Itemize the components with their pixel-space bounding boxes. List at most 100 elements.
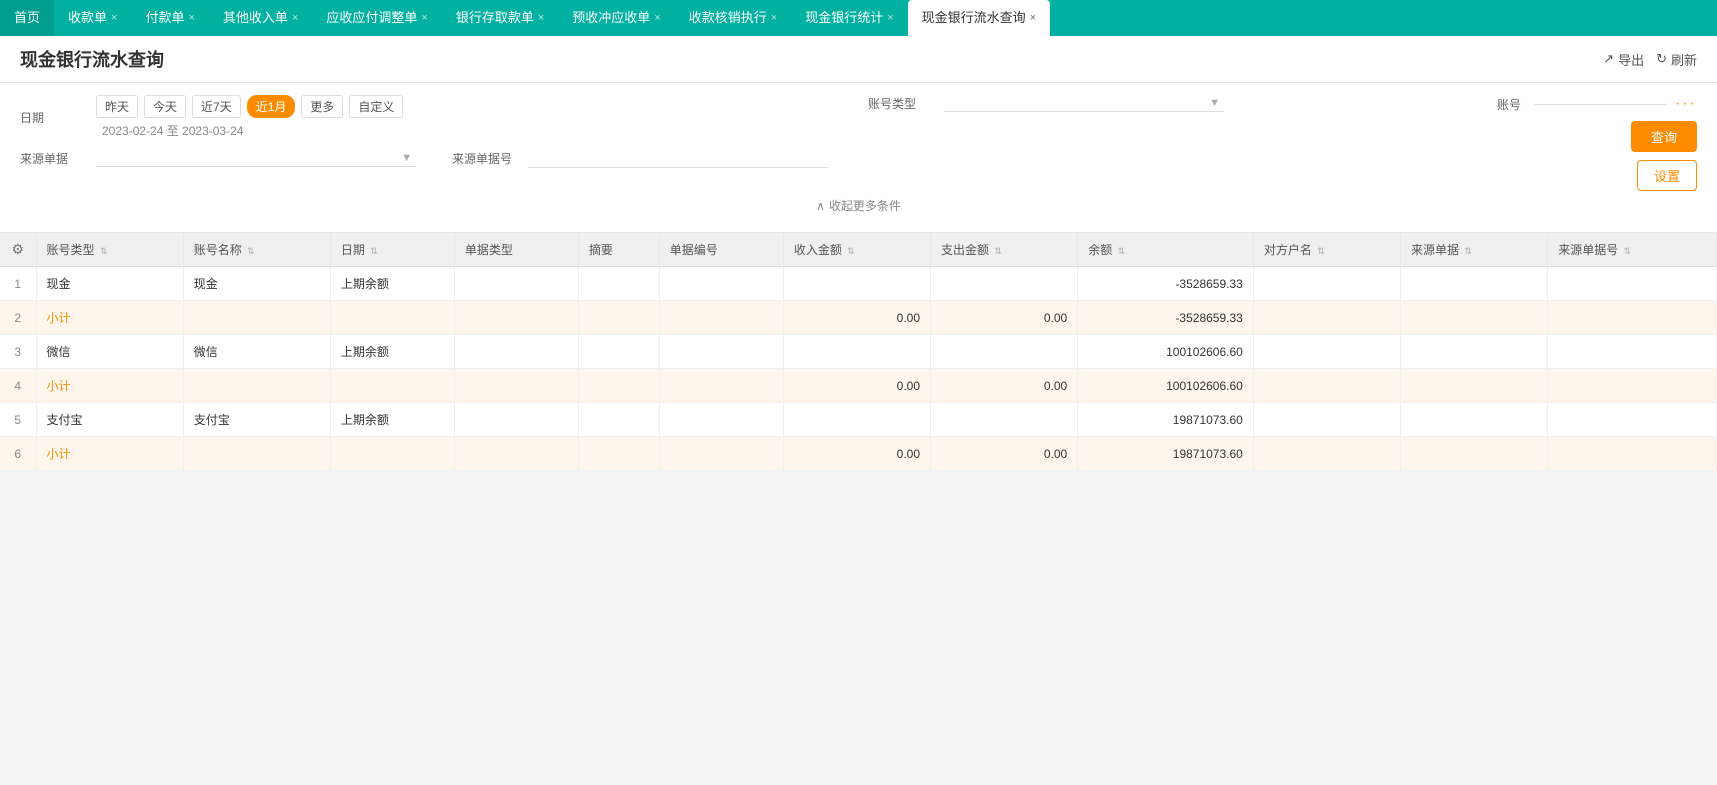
date-cell: 上期余额 (330, 267, 454, 301)
close-icon[interactable]: × (538, 0, 544, 36)
chevron-down-icon: ▼ (401, 152, 412, 164)
nav-verification[interactable]: 收款核销执行 × (675, 0, 791, 36)
date-7days[interactable]: 近7天 (192, 95, 241, 118)
source-doc-cell (1401, 403, 1548, 437)
income-cell (783, 403, 930, 437)
account-type-cell: 小计 (36, 301, 183, 335)
nav-bank-flow[interactable]: 现金银行流水查询 × (908, 0, 1050, 36)
doc-type-cell (454, 437, 578, 471)
top-navigation: 首页 收款单 × 付款单 × 其他收入单 × 应收应付调整单 × 银行存取款单 … (0, 0, 1717, 36)
account-name-cell (183, 437, 330, 471)
close-icon[interactable]: × (771, 0, 777, 36)
nav-adjustment[interactable]: 应收应付调整单 × (312, 0, 441, 36)
collapse-button[interactable]: ∧ 收起更多条件 (816, 197, 901, 214)
row-number: 4 (0, 369, 36, 403)
source-doc-no-cell (1548, 335, 1717, 369)
table-row: 4小计0.000.00100102606.60 (0, 369, 1717, 403)
summary-cell (578, 437, 659, 471)
col-doc-no[interactable]: 单据编号 (659, 233, 783, 267)
source-doc-no-input[interactable] (528, 149, 828, 168)
row-number: 3 (0, 335, 36, 369)
close-icon[interactable]: × (292, 0, 298, 36)
source-doc-no-cell (1548, 403, 1717, 437)
income-cell: 0.00 (783, 437, 930, 471)
date-cell: 上期余额 (330, 403, 454, 437)
col-date[interactable]: 日期 ⇅ (330, 233, 454, 267)
nav-receipt[interactable]: 收款单 × (54, 0, 131, 36)
close-icon[interactable]: × (421, 0, 427, 36)
col-source-doc-no[interactable]: 来源单据号 ⇅ (1548, 233, 1717, 267)
close-icon[interactable]: × (887, 0, 893, 36)
col-balance[interactable]: 余额 ⇅ (1078, 233, 1254, 267)
row-number: 6 (0, 437, 36, 471)
nav-prepayment[interactable]: 预收冲应收单 × (558, 0, 674, 36)
sort-icon: ⇅ (1118, 246, 1126, 256)
doc-type-cell (454, 301, 578, 335)
query-button[interactable]: 查询 (1631, 121, 1697, 152)
source-doc-no-cell (1548, 301, 1717, 335)
refresh-icon: ↻ (1656, 51, 1667, 67)
close-icon[interactable]: × (654, 0, 660, 36)
col-expense[interactable]: 支出金额 ⇅ (931, 233, 1078, 267)
doc-type-cell (454, 403, 578, 437)
date-cell (330, 437, 454, 471)
filter-area: 日期 昨天 今天 近7天 近1月 更多 自定义 2023-02-24 至 202… (0, 83, 1717, 233)
counterpart-cell (1253, 403, 1400, 437)
doc-type-cell (454, 369, 578, 403)
filter-row-date: 日期 昨天 今天 近7天 近1月 更多 自定义 2023-02-24 至 202… (20, 95, 828, 139)
account-type-select[interactable]: ▼ (944, 95, 1224, 112)
expense-cell (931, 403, 1078, 437)
expense-cell: 0.00 (931, 301, 1078, 335)
gear-icon[interactable]: ⚙ (11, 241, 24, 257)
source-doc-no-cell (1548, 369, 1717, 403)
table-row: 3微信微信上期余额100102606.60 (0, 335, 1717, 369)
table-container: ⚙ 账号类型 ⇅ 账号名称 ⇅ 日期 ⇅ 单据类型 摘要 (0, 233, 1717, 471)
expense-cell: 0.00 (931, 437, 1078, 471)
expense-cell (931, 335, 1078, 369)
sort-icon: ⇅ (994, 246, 1002, 256)
balance-cell: -3528659.33 (1078, 267, 1254, 301)
nav-bank-withdraw[interactable]: 银行存取款单 × (442, 0, 558, 36)
date-yesterday[interactable]: 昨天 (96, 95, 138, 118)
col-settings[interactable]: ⚙ (0, 233, 36, 267)
close-icon[interactable]: × (188, 0, 194, 36)
col-doc-type[interactable]: 单据类型 (454, 233, 578, 267)
account-name-cell: 现金 (183, 267, 330, 301)
doc-no-cell (659, 267, 783, 301)
col-income[interactable]: 收入金额 ⇅ (783, 233, 930, 267)
more-options-button[interactable]: ··· (1675, 95, 1697, 113)
date-custom[interactable]: 自定义 (349, 95, 403, 118)
data-table: ⚙ 账号类型 ⇅ 账号名称 ⇅ 日期 ⇅ 单据类型 摘要 (0, 233, 1717, 471)
col-account-name[interactable]: 账号名称 ⇅ (183, 233, 330, 267)
date-filter-cell: 昨天 今天 近7天 近1月 更多 自定义 2023-02-24 至 2023-0… (96, 95, 403, 139)
table-body: 1现金现金上期余额-3528659.332小计0.000.00-3528659.… (0, 267, 1717, 471)
nav-payment[interactable]: 付款单 × (131, 0, 208, 36)
close-icon[interactable]: × (1030, 0, 1036, 36)
date-more[interactable]: 更多 (301, 95, 343, 118)
refresh-button[interactable]: ↻ 刷新 (1656, 50, 1697, 69)
export-button[interactable]: ↗ 导出 (1603, 50, 1644, 69)
col-counterpart[interactable]: 对方户名 ⇅ (1253, 233, 1400, 267)
settings-button[interactable]: 设置 (1637, 160, 1697, 191)
source-doc-cell (1401, 437, 1548, 471)
counterpart-cell (1253, 301, 1400, 335)
nav-bank-stats[interactable]: 现金银行统计 × (791, 0, 907, 36)
sort-icon: ⇅ (370, 246, 378, 256)
source-doc-select[interactable]: ▼ (96, 150, 416, 167)
close-icon[interactable]: × (111, 0, 117, 36)
col-account-type[interactable]: 账号类型 ⇅ (36, 233, 183, 267)
source-doc-label: 来源单据 (20, 150, 80, 167)
source-doc-no-label: 来源单据号 (452, 150, 512, 167)
nav-home[interactable]: 首页 (0, 0, 54, 36)
balance-cell: 100102606.60 (1078, 335, 1254, 369)
collapse-row: ∧ 收起更多条件 (20, 191, 1697, 220)
chevron-down-icon: ▼ (1209, 97, 1220, 109)
account-label: 账号 (1497, 96, 1527, 113)
date-today[interactable]: 今天 (144, 95, 186, 118)
col-summary[interactable]: 摘要 (578, 233, 659, 267)
col-source-doc[interactable]: 来源单据 ⇅ (1401, 233, 1548, 267)
sort-icon: ⇅ (1317, 246, 1325, 256)
date-1month[interactable]: 近1月 (247, 95, 296, 118)
nav-other-income[interactable]: 其他收入单 × (209, 0, 312, 36)
summary-cell (578, 267, 659, 301)
